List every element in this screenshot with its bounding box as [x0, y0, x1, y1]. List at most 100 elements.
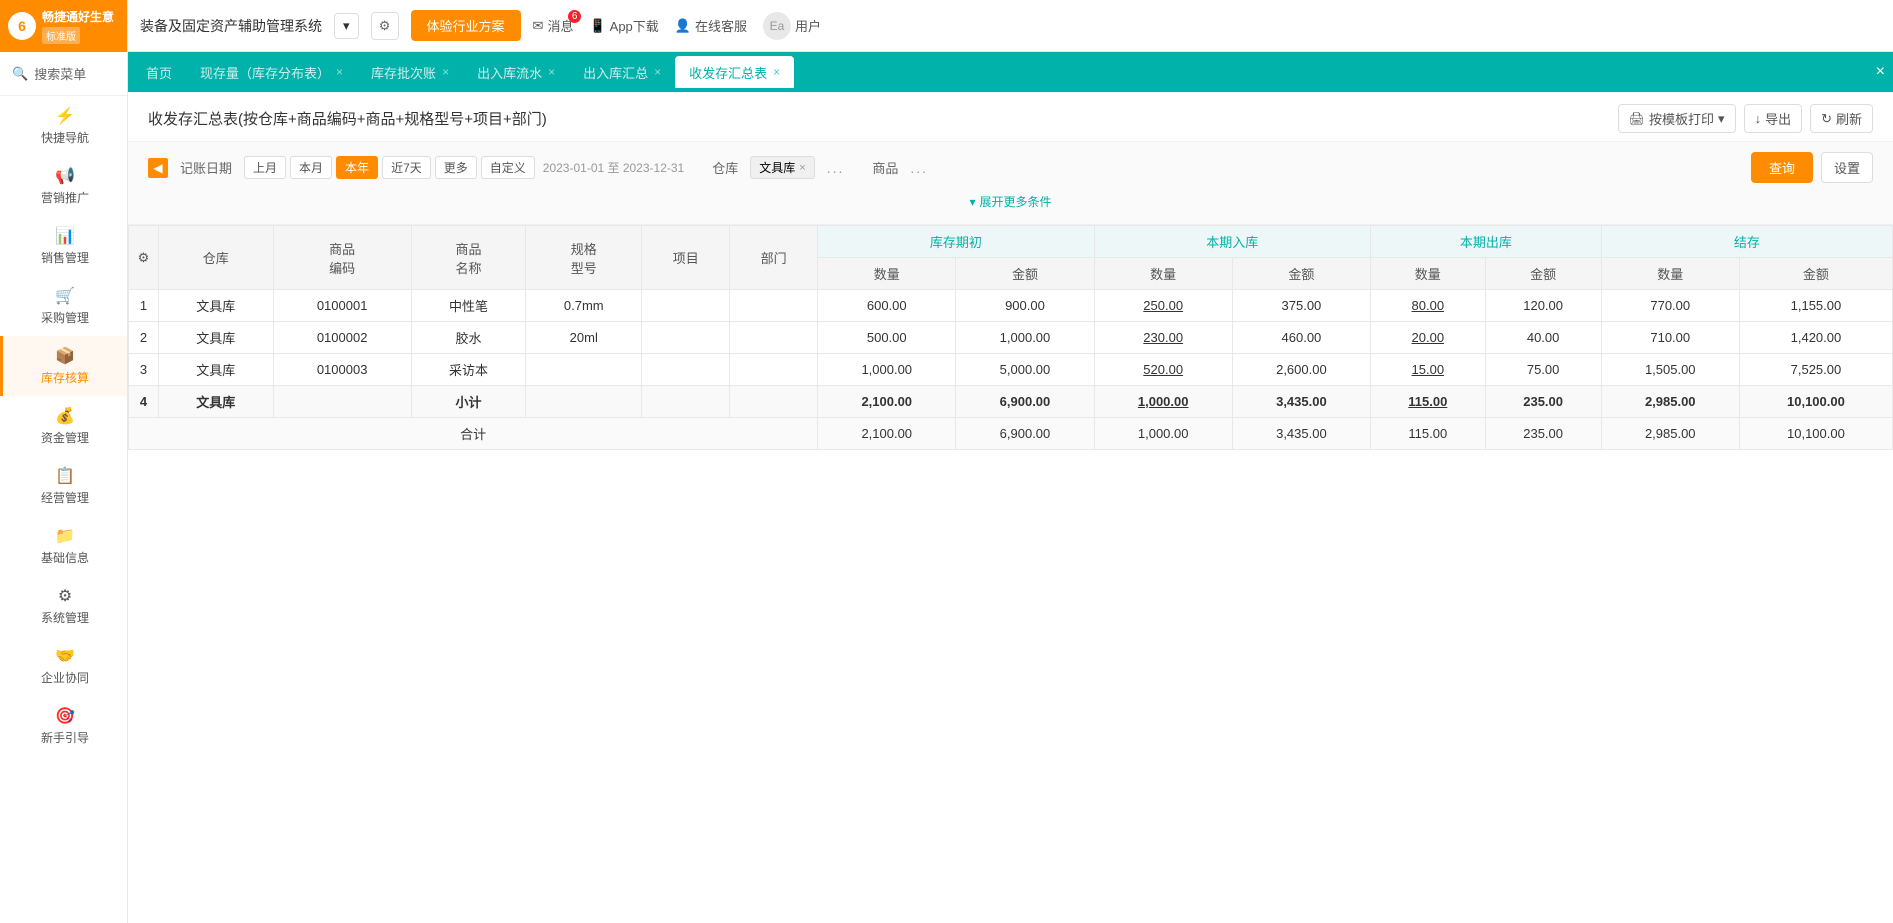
- subtotal-code: [273, 386, 411, 418]
- filter-collapse-button[interactable]: ◀: [148, 158, 168, 178]
- tab-close-icon[interactable]: ×: [336, 65, 343, 79]
- table-row: 3 文具库 0100003 采访本 1,000.00 5,000.00 520.…: [129, 354, 1893, 386]
- subtotal-no: 4: [129, 386, 159, 418]
- chevron-down-icon: ▾: [969, 195, 975, 209]
- row-project: [642, 290, 730, 322]
- row-code: 0100001: [273, 290, 411, 322]
- print-button[interactable]: 🖨 按模板打印 ▾: [1618, 104, 1736, 133]
- app-download-button[interactable]: 📱 App下载: [589, 16, 658, 35]
- tab-receipt-summary[interactable]: 收发存汇总表 ×: [675, 56, 794, 88]
- date-btn-more[interactable]: 更多: [435, 156, 477, 179]
- tab-close-icon[interactable]: ×: [654, 65, 661, 79]
- subtotal-close-qty: 2,985.00: [1601, 386, 1739, 418]
- finance-icon: 💰: [55, 406, 75, 426]
- tab-inout-flow[interactable]: 出入库流水 ×: [463, 56, 569, 88]
- logo-text-block: 畅捷通好生意 标准版: [42, 8, 114, 44]
- topbar-right: ✉ 消息 6 📱 App下载 👤 在线客服 Ea 用户: [533, 12, 821, 40]
- sidebar-item-purchase[interactable]: 🛒 采购管理: [0, 276, 127, 336]
- col-group-closing: 结存: [1601, 226, 1892, 258]
- row-in-qty[interactable]: 250.00: [1094, 290, 1232, 322]
- quick-nav-icon: ⚡: [55, 106, 75, 126]
- sidebar-item-enterprise[interactable]: 🤝 企业协同: [0, 636, 127, 696]
- row-out-amt: 120.00: [1485, 290, 1601, 322]
- expand-conditions-button[interactable]: ▾ 展开更多条件: [148, 189, 1873, 214]
- row-warehouse: 文具库: [159, 322, 274, 354]
- date-btn-custom[interactable]: 自定义: [481, 156, 535, 179]
- col-in-qty: 数量: [1094, 258, 1232, 290]
- warehouse-more-dots[interactable]: ...: [827, 160, 845, 176]
- tab-inventory-distribution[interactable]: 现存量（库存分布表） ×: [186, 56, 357, 88]
- tabs-close-all-button[interactable]: ×: [1872, 59, 1889, 85]
- row-out-qty[interactable]: 80.00: [1371, 290, 1486, 322]
- col-header-warehouse: 仓库: [159, 226, 274, 290]
- footer-in-amt: 3,435.00: [1232, 418, 1370, 450]
- main-area: 装备及固定资产辅助管理系统 ▾ ⚙ 体验行业方案 ✉ 消息 6 📱 App下载 …: [128, 0, 1893, 923]
- date-btn-7days[interactable]: 近7天: [382, 156, 431, 179]
- row-in-qty[interactable]: 230.00: [1094, 322, 1232, 354]
- footer-label: 合计: [129, 418, 818, 450]
- goods-more-dots[interactable]: ...: [910, 160, 928, 176]
- date-btn-this-year[interactable]: 本年: [336, 156, 378, 179]
- search-icon: 🔍: [12, 66, 28, 82]
- subtotal-name: 小计: [411, 386, 526, 418]
- date-btn-this-month[interactable]: 本月: [290, 156, 332, 179]
- tab-home[interactable]: 首页: [132, 56, 186, 88]
- row-out-amt: 40.00: [1485, 322, 1601, 354]
- gear-button[interactable]: ⚙: [371, 12, 399, 40]
- filter-area: ◀ 记账日期 上月 本月 本年 近7天 更多 自定义 2023-01-01 至 …: [128, 142, 1893, 225]
- row-out-qty[interactable]: 15.00: [1371, 354, 1486, 386]
- tab-close-icon[interactable]: ×: [442, 65, 449, 79]
- sidebar-item-basic-info[interactable]: 📁 基础信息: [0, 516, 127, 576]
- row-in-qty[interactable]: 520.00: [1094, 354, 1232, 386]
- sidebar-item-inventory[interactable]: 📦 库存核算: [0, 336, 127, 396]
- page-actions: 🖨 按模板打印 ▾ ↓ 导出 ↻ 刷新: [1618, 104, 1874, 133]
- row-out-qty[interactable]: 20.00: [1371, 322, 1486, 354]
- subtotal-in-qty[interactable]: 1,000.00: [1094, 386, 1232, 418]
- col-close-qty: 数量: [1601, 258, 1739, 290]
- tab-close-icon[interactable]: ×: [548, 65, 555, 79]
- system-select-dropdown[interactable]: ▾: [334, 13, 359, 39]
- refresh-button[interactable]: ↻ 刷新: [1810, 104, 1873, 133]
- sidebar-item-guide[interactable]: 🎯 新手引导: [0, 696, 127, 756]
- sidebar-item-system[interactable]: ⚙ 系统管理: [0, 576, 127, 636]
- sidebar-item-operations[interactable]: 📋 经营管理: [0, 456, 127, 516]
- table-settings-col[interactable]: ⚙: [129, 226, 159, 290]
- sidebar-item-quick-nav[interactable]: ⚡ 快捷导航: [0, 96, 127, 156]
- row-close-amt: 7,525.00: [1739, 354, 1892, 386]
- sidebar-item-marketing[interactable]: 📢 营销推广: [0, 156, 127, 216]
- footer-out-amt: 235.00: [1485, 418, 1601, 450]
- tab-inout-summary[interactable]: 出入库汇总 ×: [569, 56, 675, 88]
- search-menu-button[interactable]: 🔍 搜索菜单: [8, 60, 119, 87]
- filter-right-actions: 查询 设置: [1751, 152, 1873, 183]
- inventory-icon: 📦: [55, 346, 75, 366]
- row-open-qty: 500.00: [818, 322, 956, 354]
- date-btn-last-month[interactable]: 上月: [244, 156, 286, 179]
- subtotal-out-qty[interactable]: 115.00: [1371, 386, 1486, 418]
- operations-icon: 📋: [55, 466, 75, 486]
- col-out-qty: 数量: [1371, 258, 1486, 290]
- refresh-icon: ↻: [1821, 111, 1832, 127]
- page-title: 收发存汇总表(按仓库+商品编码+商品+规格型号+项目+部门): [148, 108, 547, 129]
- online-service-button[interactable]: 👤 在线客服: [675, 16, 747, 35]
- basic-info-icon: 📁: [55, 526, 75, 546]
- col-header-project: 项目: [642, 226, 730, 290]
- subtotal-in-amt: 3,435.00: [1232, 386, 1370, 418]
- sidebar-item-finance[interactable]: 💰 资金管理: [0, 396, 127, 456]
- tab-batch-ledger[interactable]: 库存批次账 ×: [357, 56, 463, 88]
- query-button[interactable]: 查询: [1751, 152, 1813, 183]
- trial-button[interactable]: 体验行业方案: [411, 10, 521, 41]
- message-button[interactable]: ✉ 消息 6: [533, 16, 574, 35]
- settings-small-button[interactable]: 设置: [1821, 152, 1873, 183]
- warehouse-tag-close[interactable]: ×: [799, 162, 805, 174]
- tab-close-icon[interactable]: ×: [773, 65, 780, 79]
- row-warehouse: 文具库: [159, 290, 274, 322]
- user-menu[interactable]: Ea 用户: [763, 12, 821, 40]
- data-table: ⚙ 仓库 商品编码 商品名称 规格型号 项目 部门 库存期初 本期入库 本期出库…: [128, 225, 1893, 450]
- sidebar-item-sales[interactable]: 📊 销售管理: [0, 216, 127, 276]
- warehouse-tag: 文具库 ×: [750, 156, 814, 179]
- export-button[interactable]: ↓ 导出: [1744, 104, 1803, 133]
- goods-filter-label: 商品: [872, 158, 898, 177]
- sidebar-nav: ⚡ 快捷导航 📢 营销推广 📊 销售管理 🛒 采购管理 📦 库存核算 💰 资金管…: [0, 96, 127, 923]
- marketing-icon: 📢: [55, 166, 75, 186]
- logo-text: 畅捷通好生意: [42, 8, 114, 25]
